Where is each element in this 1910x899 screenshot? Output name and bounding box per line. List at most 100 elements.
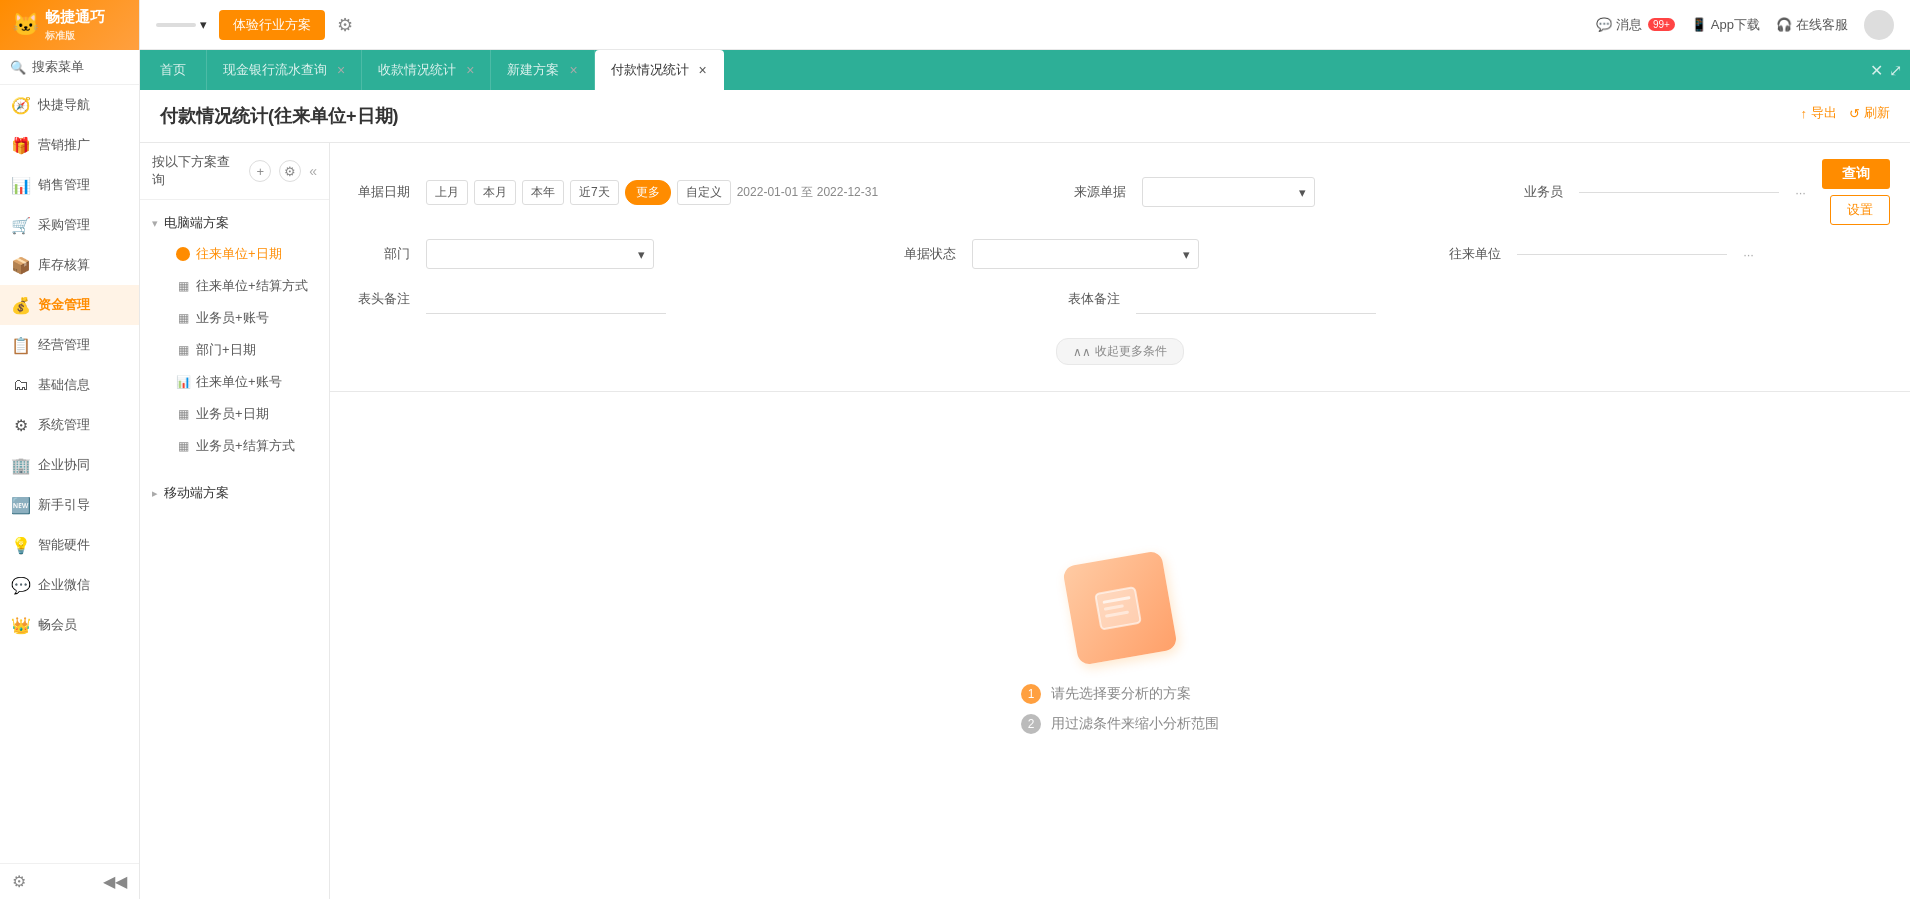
finance-icon: 💰: [12, 296, 30, 314]
sidebar-item-purchase[interactable]: 🛒 采购管理: [0, 205, 139, 245]
support-icon: 🎧: [1776, 17, 1792, 32]
topbar-right: 💬 消息 99+ 📱 App下载 🎧 在线客服: [1596, 10, 1894, 40]
date-last-7[interactable]: 近7天: [570, 180, 619, 205]
scheme-item-label: 往来单位+日期: [196, 245, 282, 263]
app-logo-icon: 🐱: [12, 12, 39, 38]
scheme-section-mobile: ▸ 移动端方案: [140, 470, 329, 516]
tab-payment-stats-close[interactable]: ×: [699, 62, 707, 78]
tab-new-scheme[interactable]: 新建方案 ×: [491, 50, 594, 90]
dept-label: 部门: [350, 245, 410, 263]
related-unit-input-area: [1517, 254, 1727, 255]
tab-cash-flow[interactable]: 现金银行流水查询 ×: [207, 50, 362, 90]
body-note-input[interactable]: [1136, 283, 1376, 314]
sidebar-item-corp[interactable]: 🏢 企业协同: [0, 445, 139, 485]
date-custom[interactable]: 自定义: [677, 180, 731, 205]
company-name: [156, 23, 196, 27]
tab-close-all-btn[interactable]: ✕: [1870, 61, 1883, 80]
app-download-btn[interactable]: 📱 App下载: [1691, 16, 1760, 34]
settings-footer-icon[interactable]: ⚙: [12, 872, 26, 891]
scheme-settings-btn[interactable]: ⚙: [279, 160, 301, 182]
sidebar-item-finance[interactable]: 💰 资金管理: [0, 285, 139, 325]
scheme-item-unit-date[interactable]: 往来单位+日期: [152, 238, 317, 270]
date-more[interactable]: 更多: [625, 180, 671, 205]
sidebar-item-sales[interactable]: 📊 销售管理: [0, 165, 139, 205]
scheme-section-mobile-title[interactable]: ▸ 移动端方案: [152, 478, 317, 508]
search-icon: 🔍: [10, 60, 26, 75]
mobile-section-arrow: ▸: [152, 487, 158, 500]
quicknav-icon: 🧭: [12, 96, 30, 114]
tab-payment-stats-label: 付款情况统计: [611, 61, 689, 79]
settings-btn[interactable]: 设置: [1830, 195, 1890, 225]
tab-bar: 首页 现金银行流水查询 × 收款情况统计 × 新建方案 × 付款情况统计 × ✕…: [140, 50, 1910, 90]
date-this-year[interactable]: 本年: [522, 180, 564, 205]
sidebar-item-wechat[interactable]: 💬 企业微信: [0, 565, 139, 605]
tab-new-scheme-close[interactable]: ×: [569, 62, 577, 78]
scheme-item-unit-account[interactable]: 📊 往来单位+账号: [152, 366, 317, 398]
collapse-sidebar-icon[interactable]: ◀◀: [103, 872, 127, 891]
sidebar-item-system[interactable]: ⚙ 系统管理: [0, 405, 139, 445]
related-unit-dots[interactable]: ···: [1743, 247, 1754, 262]
scheme-section-pc-title[interactable]: ▾ 电脑端方案: [152, 208, 317, 238]
scheme-item-unit-settle[interactable]: ▦ 往来单位+结算方式: [152, 270, 317, 302]
scheme-item-staff-date[interactable]: ▦ 业务员+日期: [152, 398, 317, 430]
filter-row-1: 单据日期 上月 本月 本年 近7天 更多 自定义 2022-01-01 至 20…: [350, 159, 1890, 225]
basic-icon: 🗂: [12, 376, 30, 394]
app-name: 畅捷通巧: [45, 8, 105, 27]
add-scheme-btn[interactable]: +: [249, 160, 271, 182]
staff-dots[interactable]: ···: [1795, 185, 1806, 200]
scheme-item-staff-settle[interactable]: ▦ 业务员+结算方式: [152, 430, 317, 462]
date-range: 2022-01-01 至 2022-12-31: [737, 184, 878, 201]
action-buttons: 查询 设置: [1822, 159, 1890, 225]
voucher-status-select[interactable]: ▾: [972, 239, 1200, 269]
message-btn[interactable]: 💬 消息 99+: [1596, 16, 1675, 34]
refresh-btn[interactable]: ↺ 刷新: [1849, 104, 1890, 122]
date-prev-month[interactable]: 上月: [426, 180, 468, 205]
user-avatar[interactable]: [1864, 10, 1894, 40]
tab-cash-flow-close[interactable]: ×: [337, 62, 345, 78]
body-note-field[interactable]: [1136, 283, 1376, 313]
online-support-btn[interactable]: 🎧 在线客服: [1776, 16, 1848, 34]
step1-text: 请先选择要分析的方案: [1051, 685, 1191, 703]
page-header-actions: ↑ 导出 ↺ 刷新: [1801, 104, 1891, 136]
tab-expand-btn[interactable]: ⤢: [1889, 61, 1902, 80]
tab-home[interactable]: 首页: [140, 50, 207, 90]
collapse-conditions-btn[interactable]: ∧∧ 收起更多条件: [1056, 338, 1184, 365]
header-note-field[interactable]: [426, 283, 666, 313]
sidebar-item-operation[interactable]: 📋 经营管理: [0, 325, 139, 365]
tab-payment-stats[interactable]: 付款情况统计 ×: [595, 50, 724, 90]
filter-row-2: 部门 ▾ 单据状态 ▾ 往来单位: [350, 239, 1890, 269]
online-support-label: 在线客服: [1796, 16, 1848, 34]
sidebar-search[interactable]: 🔍 搜索菜单: [0, 50, 139, 85]
tab-receipt-stats-label: 收款情况统计: [378, 61, 456, 79]
scheme-item-staff-account[interactable]: ▦ 业务员+账号: [152, 302, 317, 334]
header-note-input[interactable]: [426, 283, 666, 314]
sidebar-item-label: 采购管理: [38, 216, 90, 234]
date-this-month[interactable]: 本月: [474, 180, 516, 205]
left-panel: 按以下方案查询 + ⚙ « ▾ 电脑端方案: [140, 143, 330, 899]
scheme-item-dept-date[interactable]: ▦ 部门+日期: [152, 334, 317, 366]
tab-receipt-stats[interactable]: 收款情况统计 ×: [362, 50, 491, 90]
collapse-panel-btn[interactable]: «: [309, 163, 317, 179]
scheme-item-label: 往来单位+结算方式: [196, 277, 308, 295]
sidebar-item-vip[interactable]: 👑 畅会员: [0, 605, 139, 645]
tab-receipt-stats-close[interactable]: ×: [466, 62, 474, 78]
sidebar-item-guide[interactable]: 🆕 新手引导: [0, 485, 139, 525]
source-select[interactable]: ▾: [1142, 177, 1316, 207]
query-btn[interactable]: 查询: [1822, 159, 1890, 189]
dept-select[interactable]: ▾: [426, 239, 654, 269]
scheme-item-label: 部门+日期: [196, 341, 256, 359]
pc-section-arrow: ▾: [152, 217, 158, 230]
trial-btn[interactable]: 体验行业方案: [219, 10, 325, 40]
app-version: 标准版: [45, 29, 105, 43]
grid-icon: ▦: [176, 311, 190, 325]
settings-icon[interactable]: ⚙: [337, 14, 353, 36]
step1-num: 1: [1021, 684, 1041, 704]
sidebar-item-quicknav[interactable]: 🧭 快捷导航: [0, 85, 139, 125]
sidebar-item-hardware[interactable]: 💡 智能硬件: [0, 525, 139, 565]
sidebar-item-inventory[interactable]: 📦 库存核算: [0, 245, 139, 285]
sidebar-item-marketing[interactable]: 🎁 营销推广: [0, 125, 139, 165]
sidebar-item-basic[interactable]: 🗂 基础信息: [0, 365, 139, 405]
company-selector[interactable]: ▾: [156, 17, 207, 32]
voucher-status-label: 单据状态: [896, 245, 956, 263]
export-btn[interactable]: ↑ 导出: [1801, 104, 1838, 122]
